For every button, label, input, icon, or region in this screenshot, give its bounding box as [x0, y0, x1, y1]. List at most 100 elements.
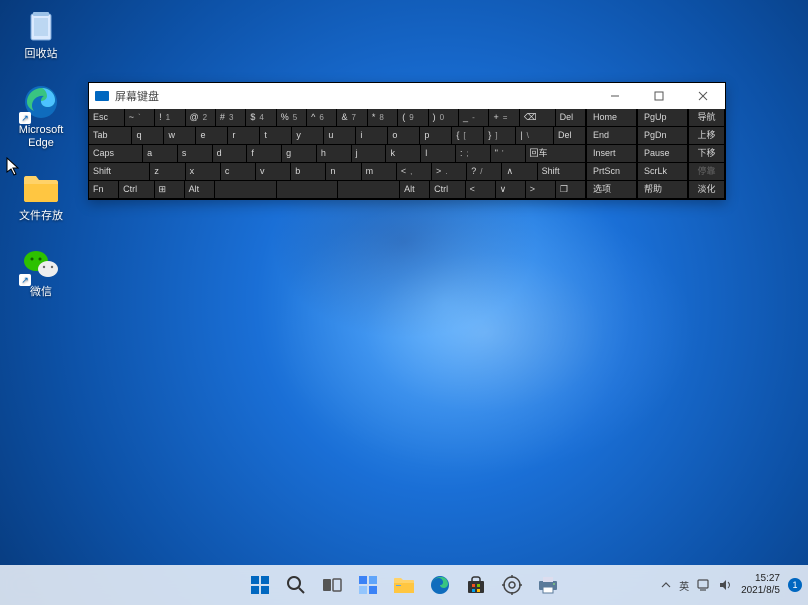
key-Shift[interactable]: Shift — [538, 163, 586, 181]
key-Caps[interactable]: Caps — [89, 145, 143, 163]
key-&[interactable]: &7 — [337, 109, 367, 127]
key-n[interactable]: n — [326, 163, 361, 181]
key-u[interactable]: u — [324, 127, 356, 145]
files-folder-icon[interactable]: 文件存放 — [4, 168, 78, 223]
key-@[interactable]: @2 — [186, 109, 216, 127]
key-e[interactable]: e — [196, 127, 228, 145]
minimize-button[interactable] — [593, 83, 637, 109]
key-)[interactable]: )0 — [429, 109, 459, 127]
key-Ctrl[interactable]: Ctrl — [430, 181, 465, 199]
key-"[interactable]: "' — [491, 145, 526, 163]
network-icon[interactable] — [697, 579, 711, 591]
key-{[interactable]: {[ — [452, 127, 484, 145]
key-回车[interactable]: 回车 — [526, 145, 587, 163]
widgets-button[interactable] — [351, 568, 385, 602]
key-space[interactable] — [215, 181, 277, 199]
key-ScrLk[interactable]: ScrLk — [638, 163, 688, 181]
titlebar[interactable]: 屏幕键盘 — [89, 83, 725, 109]
notification-badge[interactable]: 1 — [788, 578, 802, 592]
key-Ctrl[interactable]: Ctrl — [119, 181, 154, 199]
search-button[interactable] — [279, 568, 313, 602]
key-k[interactable]: k — [386, 145, 421, 163]
key-b[interactable]: b — [291, 163, 326, 181]
task-view-button[interactable] — [315, 568, 349, 602]
key-∧[interactable]: ∧ — [502, 163, 537, 181]
printer-button[interactable] — [531, 568, 565, 602]
key->[interactable]: >. — [432, 163, 467, 181]
key-Alt[interactable]: Alt — [185, 181, 215, 199]
taskbar[interactable]: 英 15:27 2021/8/5 1 — [0, 565, 808, 605]
maximize-button[interactable] — [637, 83, 681, 109]
settings-button[interactable] — [495, 568, 529, 602]
key-?[interactable]: ?/ — [467, 163, 502, 181]
key-d[interactable]: d — [213, 145, 248, 163]
key-h[interactable]: h — [317, 145, 352, 163]
store-button[interactable] — [459, 568, 493, 602]
key-PrtScn[interactable]: PrtScn — [587, 163, 637, 181]
key-Del[interactable]: Del — [554, 127, 586, 145]
key-PgDn[interactable]: PgDn — [638, 127, 688, 145]
onscreen-keyboard-window[interactable]: 屏幕键盘 Esc~`!1@2#3$4%5^6&7*8(9)0_-+=⌫DelTa… — [88, 82, 726, 200]
key-上移[interactable]: 上移 — [689, 127, 725, 145]
key-a[interactable]: a — [143, 145, 178, 163]
key-l[interactable]: l — [421, 145, 456, 163]
wechat-icon[interactable]: ↗ 微信 — [4, 244, 78, 299]
key-t[interactable]: t — [260, 127, 292, 145]
key-<[interactable]: <, — [397, 163, 432, 181]
key-Insert[interactable]: Insert — [587, 145, 637, 163]
key-Tab[interactable]: Tab — [89, 127, 132, 145]
desktop[interactable]: 回收站 ↗ Microsoft Edge 文件存放 ↗ 微信 屏幕键盘 Esc~… — [0, 0, 808, 605]
key-Del[interactable]: Del — [556, 109, 586, 127]
close-button[interactable] — [681, 83, 725, 109]
key-o[interactable]: o — [388, 127, 420, 145]
start-button[interactable] — [243, 568, 277, 602]
key-j[interactable]: j — [352, 145, 387, 163]
key-^[interactable]: ^6 — [307, 109, 337, 127]
key-y[interactable]: y — [292, 127, 324, 145]
key-space[interactable] — [338, 181, 400, 199]
key-z[interactable]: z — [150, 163, 185, 181]
key-*[interactable]: *8 — [368, 109, 398, 127]
key-∨[interactable]: ∨ — [496, 181, 526, 199]
recycle-bin-icon[interactable]: 回收站 — [4, 6, 78, 61]
key-space[interactable] — [277, 181, 339, 199]
key-c[interactable]: c — [221, 163, 256, 181]
key-Alt[interactable]: Alt — [400, 181, 430, 199]
key-淡化[interactable]: 淡化 — [689, 181, 725, 199]
key-⊞[interactable]: ⊞ — [155, 181, 185, 199]
key-Home[interactable]: Home — [587, 109, 637, 127]
key-#[interactable]: #3 — [216, 109, 246, 127]
key-p[interactable]: p — [420, 127, 452, 145]
edge-browser-icon[interactable]: ↗ Microsoft Edge — [4, 82, 78, 150]
key-Pause[interactable]: Pause — [638, 145, 688, 163]
key-帮助[interactable]: 帮助 — [638, 181, 688, 199]
key-_[interactable]: _- — [459, 109, 489, 127]
key-s[interactable]: s — [178, 145, 213, 163]
clock[interactable]: 15:27 2021/8/5 — [741, 573, 780, 597]
key-r[interactable]: r — [228, 127, 260, 145]
key-v[interactable]: v — [256, 163, 291, 181]
volume-icon[interactable] — [719, 579, 733, 591]
key-|[interactable]: |\ — [516, 127, 554, 145]
key-⌫[interactable]: ⌫ — [520, 109, 556, 127]
key-+[interactable]: += — [489, 109, 519, 127]
key-$[interactable]: $4 — [246, 109, 276, 127]
key-:[interactable]: :; — [456, 145, 491, 163]
key-~[interactable]: ~` — [125, 109, 155, 127]
file-explorer-button[interactable] — [387, 568, 421, 602]
edge-taskbar-button[interactable] — [423, 568, 457, 602]
key-![interactable]: !1 — [155, 109, 185, 127]
key-%[interactable]: %5 — [277, 109, 307, 127]
key-x[interactable]: x — [186, 163, 221, 181]
key-下移[interactable]: 下移 — [689, 145, 725, 163]
key-f[interactable]: f — [247, 145, 282, 163]
key-i[interactable]: i — [356, 127, 388, 145]
key-w[interactable]: w — [164, 127, 196, 145]
key-停靠[interactable]: 停靠 — [689, 163, 725, 181]
key-End[interactable]: End — [587, 127, 637, 145]
key-PgUp[interactable]: PgUp — [638, 109, 688, 127]
key-Fn[interactable]: Fn — [89, 181, 119, 199]
key-m[interactable]: m — [362, 163, 397, 181]
key-q[interactable]: q — [132, 127, 164, 145]
key-导航[interactable]: 导航 — [689, 109, 725, 127]
